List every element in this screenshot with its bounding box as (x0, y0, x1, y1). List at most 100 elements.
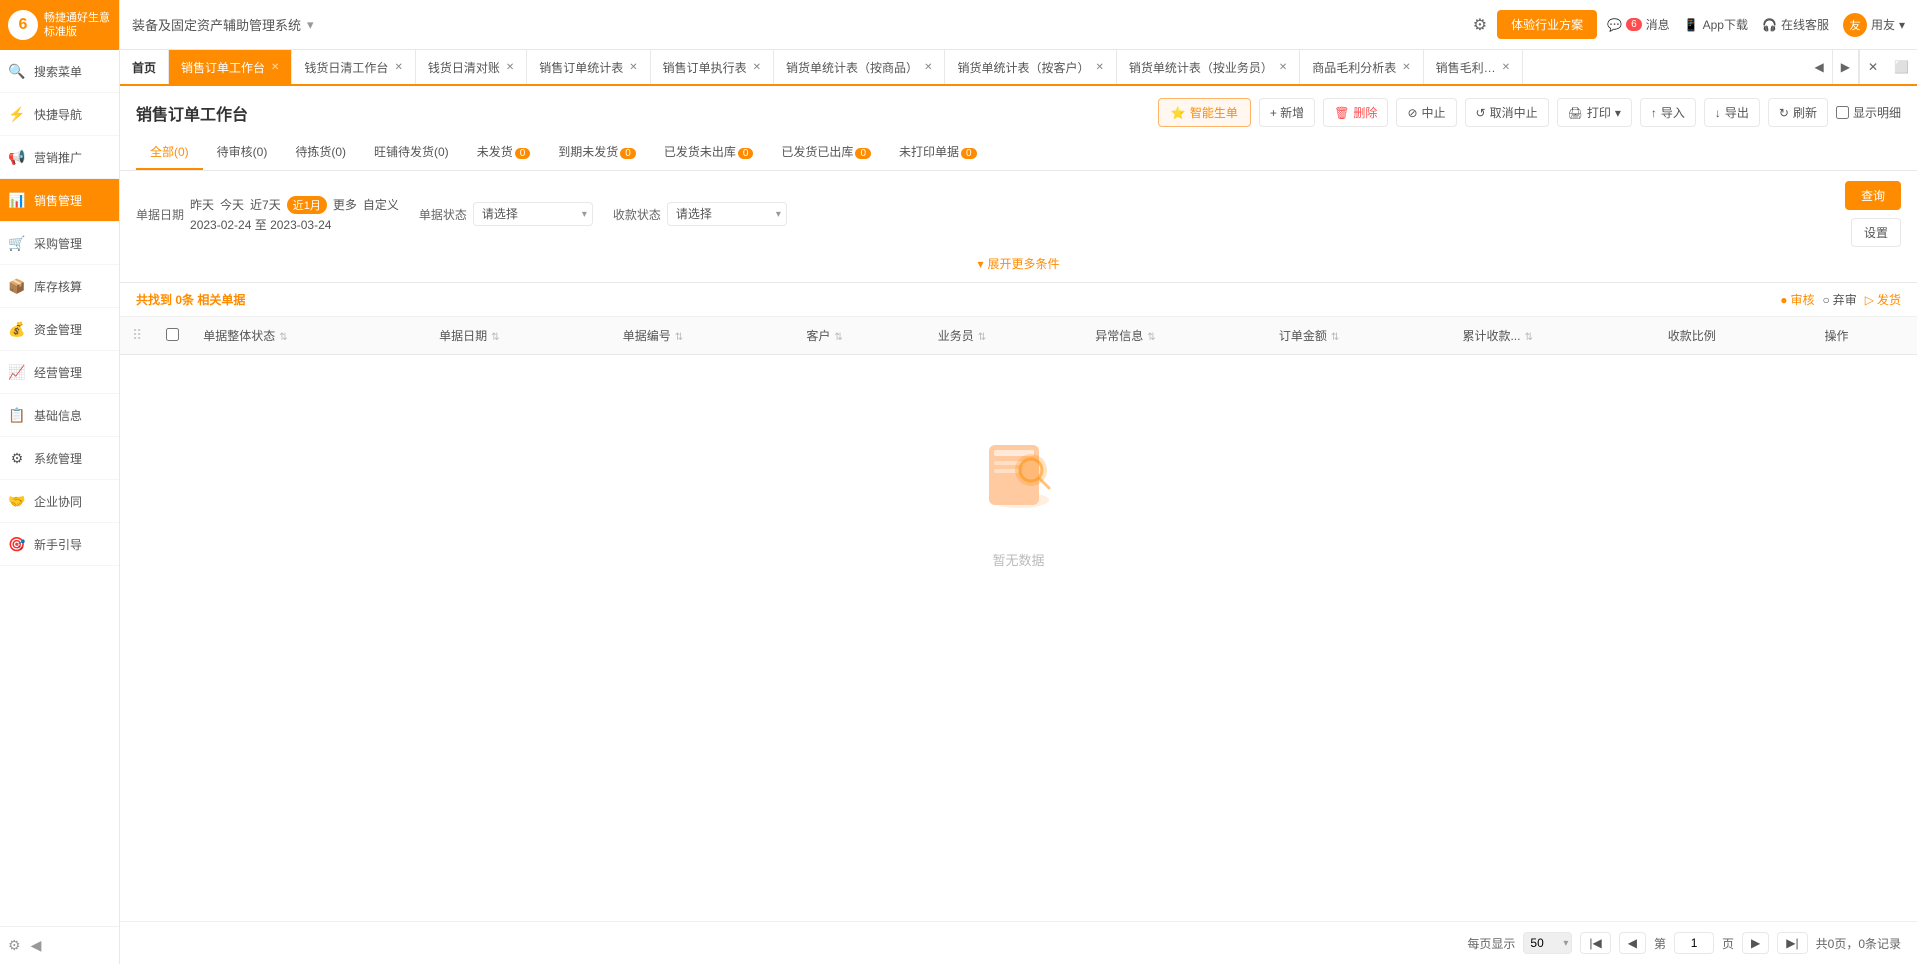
query-btn[interactable]: 查询 (1845, 181, 1901, 210)
show-detail-input[interactable] (1836, 106, 1849, 119)
sidebar-item-系统管理[interactable]: ⚙系统管理 (0, 437, 119, 480)
sub-tab-2[interactable]: 待拣货(0) (281, 135, 360, 170)
tab-close-9[interactable]: ✕ (1402, 62, 1410, 73)
sidebar-item-资金管理[interactable]: 💰资金管理 (0, 308, 119, 351)
app-download-btn[interactable]: 📱 App下载 (1684, 16, 1748, 33)
sub-tab-7[interactable]: 已发货已出库0 (767, 135, 885, 170)
th-status: 单据整体状态⇅ (191, 317, 427, 355)
sidebar-item-经营管理[interactable]: 📈经营管理 (0, 351, 119, 394)
expand-conditions-btn[interactable]: ▾ 展开更多条件 (977, 255, 1059, 272)
import-btn[interactable]: ↑ 导入 (1640, 98, 1696, 127)
nav-icon-4: 🛒 (8, 234, 26, 252)
print-btn[interactable]: 🖨 打印 ▾ (1557, 98, 1632, 127)
industry-btn[interactable]: 体验行业方案 (1497, 10, 1597, 39)
sub-tab-5[interactable]: 到期未发货0 (544, 135, 650, 170)
th-customer: 客户⇅ (794, 317, 925, 355)
tab-close-2[interactable]: ✕ (394, 62, 402, 73)
tab-5[interactable]: 销售订单执行表✕ (651, 50, 774, 85)
filter-area: 单据日期 昨天今天近7天近1月更多自定义 2023-02-24 至 2023-0… (120, 171, 1917, 283)
sub-tab-1[interactable]: 待审核(0) (203, 135, 282, 170)
tab-close-7[interactable]: ✕ (1095, 62, 1103, 73)
sidebar-item-销售管理[interactable]: 📊销售管理 (0, 179, 119, 222)
tab-3[interactable]: 钱货日清对账✕ (416, 50, 527, 85)
date-link-1[interactable]: 今天 (220, 196, 244, 213)
page-input[interactable] (1674, 932, 1714, 954)
tab-8[interactable]: 销货单统计表（按业务员）✕ (1117, 50, 1300, 85)
export-btn[interactable]: ↓ 导出 (1704, 98, 1760, 127)
select-all-checkbox[interactable] (166, 328, 179, 341)
tab-7[interactable]: 销货单统计表（按客户）✕ (945, 50, 1116, 85)
tab-close-all-btn[interactable]: ✕ (1860, 50, 1886, 85)
set-btn[interactable]: 设置 (1851, 218, 1901, 247)
date-link-5[interactable]: 自定义 (363, 196, 399, 213)
page-next-btn[interactable]: ▶ (1742, 932, 1769, 954)
nav-label-9: 系统管理 (34, 450, 82, 467)
tab-close-10[interactable]: ✕ (1502, 62, 1510, 73)
date-link-2[interactable]: 近7天 (250, 196, 281, 213)
tab-2[interactable]: 钱货日清工作台✕ (292, 50, 415, 85)
delete-btn[interactable]: 🗑 删除 (1323, 98, 1388, 127)
tab-10[interactable]: 销售毛利…✕ (1424, 50, 1523, 85)
settings-bottom-icon[interactable]: ⚙ (8, 937, 21, 954)
page-first-btn[interactable]: |◀ (1580, 932, 1610, 954)
tab-4[interactable]: 销售订单统计表✕ (527, 50, 650, 85)
collapse-icon[interactable]: ◀ (31, 937, 42, 954)
nav-label-8: 基础信息 (34, 407, 82, 424)
tab-maximize-btn[interactable]: ⬜ (1886, 50, 1917, 85)
sub-tab-0[interactable]: 全部(0) (136, 135, 203, 170)
show-detail-checkbox[interactable]: 显示明细 (1836, 104, 1901, 121)
sidebar-item-营销推广[interactable]: 📢营销推广 (0, 136, 119, 179)
sidebar-item-库存核算[interactable]: 📦库存核算 (0, 265, 119, 308)
tab-scroll-left-btn[interactable]: ◀ (1807, 50, 1833, 85)
date-link-3[interactable]: 近1月 (287, 196, 327, 214)
topbar-settings-icon[interactable]: ⚙ (1473, 15, 1487, 35)
ship-action-btn[interactable]: ▷ 发货 (1865, 291, 1901, 308)
page-prev-btn[interactable]: ◀ (1619, 932, 1646, 954)
sidebar-item-新手引导[interactable]: 🎯新手引导 (0, 523, 119, 566)
star-icon: ⭐ (1171, 106, 1186, 120)
tab-close-8[interactable]: ✕ (1279, 62, 1287, 73)
tab-9[interactable]: 商品毛利分析表✕ (1300, 50, 1423, 85)
online-service-btn[interactable]: 🎧 在线客服 (1762, 16, 1829, 33)
print-icon: 🖨 (1568, 106, 1583, 120)
date-link-4[interactable]: 更多 (333, 196, 357, 213)
sub-tab-3[interactable]: 旺铺待发货(0) (360, 135, 463, 170)
sidebar-item-快捷导航[interactable]: ⚡快捷导航 (0, 93, 119, 136)
sidebar-item-基础信息[interactable]: 📋基础信息 (0, 394, 119, 437)
date-link-0[interactable]: 昨天 (190, 196, 214, 213)
sub-tab-4[interactable]: 未发货0 (463, 135, 545, 170)
tab-close-3[interactable]: ✕ (506, 62, 514, 73)
sub-tab-6[interactable]: 已发货未出库0 (650, 135, 768, 170)
smart-create-btn[interactable]: ⭐ 智能生单 (1158, 98, 1251, 127)
per-page-select[interactable]: 102050100 (1523, 932, 1572, 954)
stop-btn[interactable]: ⊘ 中止 (1396, 98, 1456, 127)
page-last-btn[interactable]: ▶| (1777, 932, 1807, 954)
unaudit-action-btn[interactable]: ○ 弃审 (1822, 291, 1856, 308)
table-head-row: ⠿ 单据整体状态⇅ 单据日期⇅ 单据编号⇅ 客户⇅ 业务员⇅ 异常信息⇅ 订单金… (120, 317, 1917, 355)
tab-close-5[interactable]: ✕ (753, 62, 761, 73)
tab-1[interactable]: 销售订单工作台✕ (169, 50, 292, 85)
sub-tab-label-8: 未打印单据0 (899, 145, 977, 159)
status-select[interactable]: 请选择 (473, 202, 593, 226)
cancel-stop-btn[interactable]: ↺ 取消中止 (1465, 98, 1549, 127)
user-menu[interactable]: 友 用友 ▾ (1843, 13, 1905, 37)
th-ratio: 收款比例 (1656, 317, 1813, 355)
tab-0[interactable]: 首页 (120, 50, 169, 85)
payment-select[interactable]: 请选择 (667, 202, 787, 226)
logo-text: 畅捷通好生意 标准版 (44, 11, 110, 40)
refresh-btn[interactable]: ↻ 刷新 (1768, 98, 1828, 127)
audit-action-btn[interactable]: ● 审核 (1780, 291, 1814, 308)
add-btn[interactable]: + 新增 (1259, 98, 1315, 127)
payment-select-wrap: 请选择 (667, 202, 787, 226)
tab-close-4[interactable]: ✕ (629, 62, 637, 73)
tab-close-6[interactable]: ✕ (924, 62, 932, 73)
per-page-select-wrap: 102050100 (1523, 932, 1572, 954)
tab-6[interactable]: 销货单统计表（按商品）✕ (774, 50, 945, 85)
tab-scroll-right-btn[interactable]: ▶ (1833, 50, 1859, 85)
sidebar-item-采购管理[interactable]: 🛒采购管理 (0, 222, 119, 265)
tab-close-1[interactable]: ✕ (271, 62, 279, 73)
sidebar-item-企业协同[interactable]: 🤝企业协同 (0, 480, 119, 523)
sidebar-item-搜索菜单[interactable]: 🔍搜索菜单 (0, 50, 119, 93)
sub-tab-8[interactable]: 未打印单据0 (885, 135, 991, 170)
message-btn[interactable]: 💬 6 消息 (1607, 16, 1670, 33)
